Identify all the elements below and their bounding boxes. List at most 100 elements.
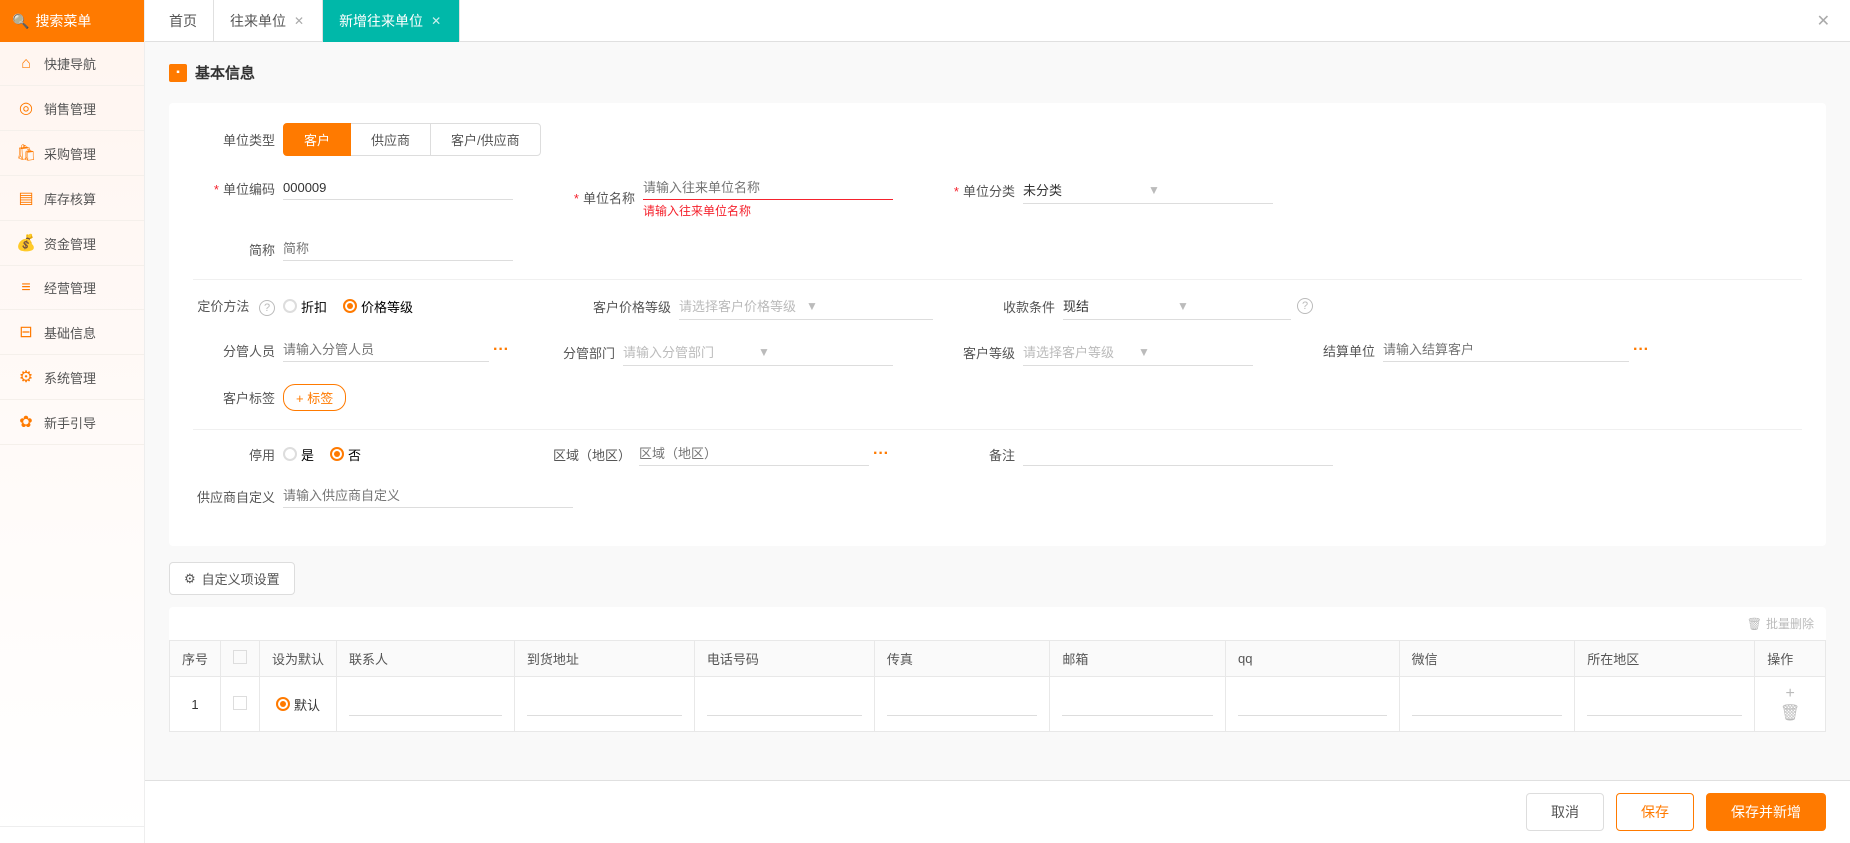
row-address-input[interactable]	[527, 692, 682, 716]
pricing-discount-option[interactable]: 折扣	[283, 297, 327, 316]
sidebar-item-inventory[interactable]: ▤库存核算	[0, 176, 144, 221]
tab-close-partner[interactable]: ✕	[292, 12, 306, 30]
disabled-no-option[interactable]: 否	[330, 445, 361, 464]
disabled-yes-radio[interactable]	[283, 447, 297, 461]
customer-level-select[interactable]: 请选择客户等级 ▼	[1023, 338, 1253, 366]
unit-category-select[interactable]: 未分类 ▼	[1023, 176, 1273, 204]
unit-name-input[interactable]	[643, 176, 893, 200]
row-qq[interactable]	[1226, 677, 1400, 732]
region-more-button[interactable]: ···	[869, 445, 893, 463]
add-tag-button[interactable]: + 标签	[283, 384, 346, 411]
batch-delete-icon: 🗑	[1747, 617, 1762, 631]
customer-price-level-select[interactable]: 请选择客户价格等级 ▼	[679, 292, 933, 320]
unit-type-label: 单位类型	[193, 130, 283, 149]
window-close-button[interactable]: ✕	[1805, 11, 1842, 31]
tab-home[interactable]: 首页	[153, 0, 214, 42]
sidebar-item-guide[interactable]: ✿新手引导	[0, 400, 144, 445]
row-phone-input[interactable]	[707, 692, 862, 716]
pricing-discount-radio[interactable]	[283, 299, 297, 313]
tab-add-partner[interactable]: 新增往来单位 ✕	[323, 0, 460, 42]
row-default-radio-item[interactable]: 默认	[272, 695, 324, 714]
col-qq: qq	[1226, 641, 1400, 677]
unit-category-value: 未分类 ▼	[1023, 176, 1273, 204]
sidebar-item-operations[interactable]: ≡经营管理	[0, 266, 144, 310]
row-add-button[interactable]: +	[1785, 685, 1794, 702]
row-wechat-input[interactable]	[1412, 692, 1563, 716]
col-fax: 传真	[874, 641, 1050, 677]
batch-delete-button[interactable]: 🗑 批量删除	[1747, 615, 1814, 632]
payment-terms-help-icon[interactable]: ?	[1297, 298, 1313, 314]
pricing-level-radio[interactable]	[343, 299, 357, 313]
sidebar-icon-operations: ≡	[16, 279, 36, 297]
tab-close-add-partner[interactable]: ✕	[429, 12, 443, 30]
manager-input[interactable]	[283, 338, 489, 362]
row-wechat[interactable]	[1399, 677, 1575, 732]
col-contact: 联系人	[337, 641, 515, 677]
unit-code-input[interactable]	[283, 176, 513, 200]
form-row-6: 停用 是 否	[193, 442, 1802, 466]
row-fax[interactable]	[874, 677, 1050, 732]
sidebar-item-purchase[interactable]: 🛍采购管理	[0, 131, 144, 176]
disabled-no-radio[interactable]	[330, 447, 344, 461]
row-default-radio[interactable]	[276, 697, 290, 711]
row-contact-input[interactable]	[349, 692, 502, 716]
row-email-input[interactable]	[1062, 692, 1213, 716]
sidebar-icon-quick-nav: ⌂	[16, 55, 36, 73]
col-phone: 电话号码	[694, 641, 874, 677]
disabled-field: 停用 是 否	[193, 445, 513, 464]
row-delete-button[interactable]: 🗑	[1780, 705, 1800, 722]
manager-more-button[interactable]: ···	[489, 341, 513, 359]
disabled-yes-option[interactable]: 是	[283, 445, 314, 464]
region-input[interactable]	[639, 442, 869, 466]
row-phone[interactable]	[694, 677, 874, 732]
save-new-button[interactable]: 保存并新增	[1706, 793, 1826, 831]
short-name-input[interactable]	[283, 237, 513, 261]
settings-icon: ⚙	[184, 571, 196, 587]
save-button[interactable]: 保存	[1616, 793, 1694, 831]
sidebar-item-finance[interactable]: 💰资金管理	[0, 221, 144, 266]
row-checkbox[interactable]	[233, 696, 247, 710]
row-seq: 1	[170, 677, 221, 732]
pricing-method-field: 定价方法 ? 折扣 价格等级	[193, 296, 573, 316]
row-region[interactable]	[1575, 677, 1755, 732]
tab-partner[interactable]: 往来单位✕	[214, 0, 323, 42]
unit-type-btn-customer[interactable]: 客户	[283, 123, 351, 156]
payment-terms-select[interactable]: 现结 ▼	[1063, 292, 1291, 320]
pricing-level-option[interactable]: 价格等级	[343, 297, 413, 316]
customer-price-level-placeholder: 请选择客户价格等级	[679, 296, 806, 315]
row-default-cell: 默认	[260, 677, 337, 732]
row-contact[interactable]	[337, 677, 515, 732]
sidebar-item-basic-info[interactable]: ⊟基础信息	[0, 310, 144, 355]
row-address[interactable]	[514, 677, 694, 732]
remark-input[interactable]	[1023, 442, 1333, 466]
pricing-method-value: 折扣 价格等级	[283, 297, 573, 316]
row-region-input[interactable]	[1587, 692, 1742, 716]
sidebar-label-quick-nav: 快捷导航	[44, 54, 96, 73]
row-qq-input[interactable]	[1238, 692, 1387, 716]
pricing-radio-group: 折扣 价格等级	[283, 297, 573, 316]
custom-settings-button[interactable]: ⚙ 自定义项设置	[169, 562, 295, 595]
cancel-button[interactable]: 取消	[1526, 793, 1604, 831]
settlement-unit-input[interactable]	[1383, 338, 1629, 362]
form-divider-2	[193, 429, 1802, 430]
settlement-unit-more-button[interactable]: ···	[1629, 341, 1653, 359]
unit-type-btn-both[interactable]: 客户/供应商	[430, 123, 541, 156]
unit-category-selected: 未分类	[1023, 180, 1148, 199]
pricing-help-icon[interactable]: ?	[259, 300, 275, 316]
supplier-custom-input[interactable]	[283, 484, 573, 508]
sidebar-item-sales[interactable]: ◎销售管理	[0, 86, 144, 131]
department-select[interactable]: 请输入分管部门 ▼	[623, 338, 893, 366]
sidebar-item-system[interactable]: ⚙系统管理	[0, 355, 144, 400]
select-all-checkbox[interactable]	[233, 650, 247, 664]
sidebar-search[interactable]: 🔍 搜索菜单	[0, 0, 144, 42]
row-email[interactable]	[1050, 677, 1226, 732]
sidebar-icon-guide: ✿	[16, 412, 36, 432]
pricing-method-label: 定价方法 ?	[193, 296, 283, 316]
tab-label-add-partner: 新增往来单位	[339, 11, 423, 31]
row-fax-input[interactable]	[887, 692, 1038, 716]
customer-level-placeholder: 请选择客户等级	[1023, 342, 1138, 361]
sidebar-item-quick-nav[interactable]: ⌂ 快捷导航	[0, 42, 144, 86]
region-label: 区域（地区）	[553, 445, 639, 464]
disabled-value: 是 否	[283, 445, 513, 464]
unit-type-btn-supplier[interactable]: 供应商	[351, 123, 430, 156]
